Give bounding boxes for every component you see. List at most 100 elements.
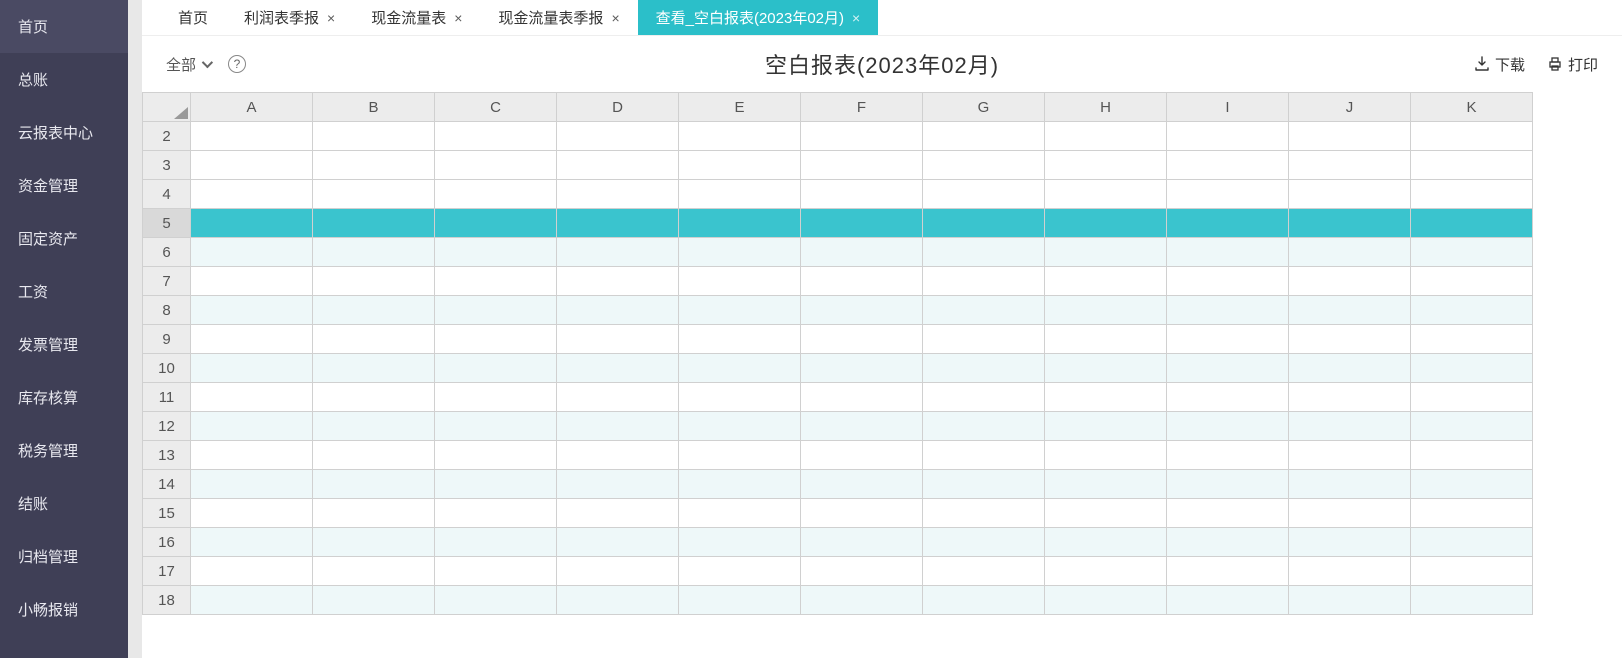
cell-G13[interactable] (923, 441, 1045, 470)
row-header-13[interactable]: 13 (143, 441, 191, 470)
cell-F6[interactable] (801, 238, 923, 267)
cell-F9[interactable] (801, 325, 923, 354)
cell-D15[interactable] (557, 499, 679, 528)
cell-F11[interactable] (801, 383, 923, 412)
sidebar-item-7[interactable]: 库存核算 (0, 371, 128, 424)
cell-C3[interactable] (435, 151, 557, 180)
cell-G6[interactable] (923, 238, 1045, 267)
cell-J11[interactable] (1289, 383, 1411, 412)
cell-K3[interactable] (1411, 151, 1533, 180)
cell-H10[interactable] (1045, 354, 1167, 383)
help-icon[interactable]: ? (228, 55, 246, 73)
cell-G15[interactable] (923, 499, 1045, 528)
cell-J14[interactable] (1289, 470, 1411, 499)
cell-J10[interactable] (1289, 354, 1411, 383)
row-header-3[interactable]: 3 (143, 151, 191, 180)
cell-A3[interactable] (191, 151, 313, 180)
cell-F7[interactable] (801, 267, 923, 296)
cell-J3[interactable] (1289, 151, 1411, 180)
cell-E12[interactable] (679, 412, 801, 441)
cell-D3[interactable] (557, 151, 679, 180)
cell-D8[interactable] (557, 296, 679, 325)
download-button[interactable]: 下载 (1474, 54, 1525, 75)
cell-C14[interactable] (435, 470, 557, 499)
cell-B9[interactable] (313, 325, 435, 354)
cell-K16[interactable] (1411, 528, 1533, 557)
cell-K7[interactable] (1411, 267, 1533, 296)
row-header-11[interactable]: 11 (143, 383, 191, 412)
cell-C15[interactable] (435, 499, 557, 528)
cell-D4[interactable] (557, 180, 679, 209)
sidebar-item-0[interactable]: 首页 (0, 0, 128, 53)
cell-H4[interactable] (1045, 180, 1167, 209)
cell-E9[interactable] (679, 325, 801, 354)
cell-I11[interactable] (1167, 383, 1289, 412)
tab-1[interactable]: 利润表季报× (226, 0, 353, 35)
cell-G18[interactable] (923, 586, 1045, 615)
cell-G14[interactable] (923, 470, 1045, 499)
cell-I2[interactable] (1167, 122, 1289, 151)
column-header-D[interactable]: D (557, 93, 679, 122)
row-header-9[interactable]: 9 (143, 325, 191, 354)
cell-C5[interactable] (435, 209, 557, 238)
cell-I15[interactable] (1167, 499, 1289, 528)
cell-B18[interactable] (313, 586, 435, 615)
cell-C13[interactable] (435, 441, 557, 470)
cell-F16[interactable] (801, 528, 923, 557)
cell-H16[interactable] (1045, 528, 1167, 557)
cell-G4[interactable] (923, 180, 1045, 209)
cell-H6[interactable] (1045, 238, 1167, 267)
tab-0[interactable]: 首页 (160, 0, 226, 35)
column-header-G[interactable]: G (923, 93, 1045, 122)
cell-D12[interactable] (557, 412, 679, 441)
column-header-A[interactable]: A (191, 93, 313, 122)
cell-F5[interactable] (801, 209, 923, 238)
cell-F3[interactable] (801, 151, 923, 180)
cell-G10[interactable] (923, 354, 1045, 383)
cell-D2[interactable] (557, 122, 679, 151)
cell-G2[interactable] (923, 122, 1045, 151)
cell-I4[interactable] (1167, 180, 1289, 209)
cell-F2[interactable] (801, 122, 923, 151)
cell-D13[interactable] (557, 441, 679, 470)
column-header-F[interactable]: F (801, 93, 923, 122)
cell-I17[interactable] (1167, 557, 1289, 586)
cell-E6[interactable] (679, 238, 801, 267)
cell-J12[interactable] (1289, 412, 1411, 441)
cell-C2[interactable] (435, 122, 557, 151)
cell-J5[interactable] (1289, 209, 1411, 238)
cell-B12[interactable] (313, 412, 435, 441)
cell-K6[interactable] (1411, 238, 1533, 267)
cell-A6[interactable] (191, 238, 313, 267)
cell-J18[interactable] (1289, 586, 1411, 615)
cell-A12[interactable] (191, 412, 313, 441)
cell-E3[interactable] (679, 151, 801, 180)
cell-F17[interactable] (801, 557, 923, 586)
sidebar-item-3[interactable]: 资金管理 (0, 159, 128, 212)
cell-J17[interactable] (1289, 557, 1411, 586)
cell-K17[interactable] (1411, 557, 1533, 586)
cell-I14[interactable] (1167, 470, 1289, 499)
close-icon[interactable]: × (454, 10, 462, 26)
cell-E15[interactable] (679, 499, 801, 528)
cell-K11[interactable] (1411, 383, 1533, 412)
column-header-E[interactable]: E (679, 93, 801, 122)
cell-I5[interactable] (1167, 209, 1289, 238)
cell-A15[interactable] (191, 499, 313, 528)
cell-D17[interactable] (557, 557, 679, 586)
column-header-J[interactable]: J (1289, 93, 1411, 122)
row-header-5[interactable]: 5 (143, 209, 191, 238)
row-header-18[interactable]: 18 (143, 586, 191, 615)
cell-C6[interactable] (435, 238, 557, 267)
cell-K8[interactable] (1411, 296, 1533, 325)
cell-B4[interactable] (313, 180, 435, 209)
cell-J16[interactable] (1289, 528, 1411, 557)
row-header-4[interactable]: 4 (143, 180, 191, 209)
cell-A17[interactable] (191, 557, 313, 586)
cell-H11[interactable] (1045, 383, 1167, 412)
cell-F8[interactable] (801, 296, 923, 325)
cell-B11[interactable] (313, 383, 435, 412)
cell-H17[interactable] (1045, 557, 1167, 586)
cell-F12[interactable] (801, 412, 923, 441)
filter-dropdown[interactable]: 全部 ? (166, 54, 246, 75)
